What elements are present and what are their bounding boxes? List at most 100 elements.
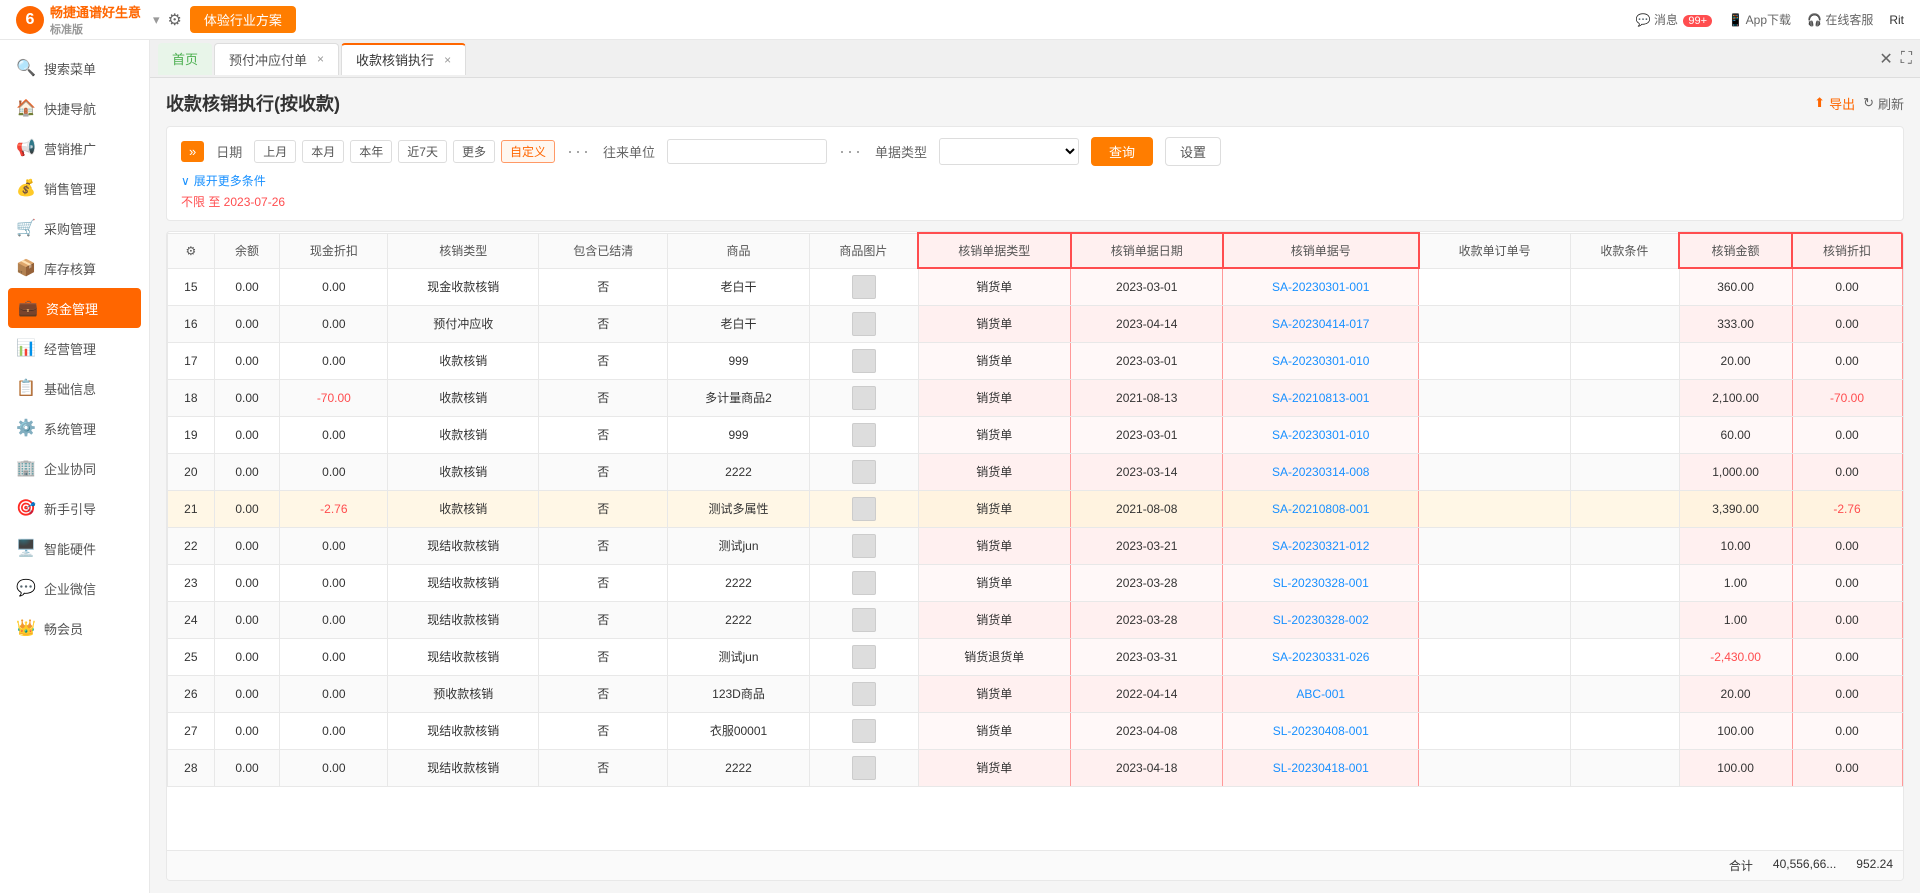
td-verify-no[interactable]: ABC-001 [1223, 675, 1419, 712]
verify-no-link[interactable]: SA-20230301-010 [1272, 354, 1369, 368]
td-verify-no[interactable]: SA-20210813-001 [1223, 379, 1419, 416]
sidebar-item-inventory[interactable]: 📦 库存核算 [0, 248, 149, 288]
bill-type-label: 单据类型 [875, 142, 927, 161]
sidebar-item-search[interactable]: 🔍 搜索菜单 [0, 48, 149, 88]
verify-no-link[interactable]: SA-20230414-017 [1272, 317, 1369, 331]
td-verify-no[interactable]: SL-20230328-001 [1223, 564, 1419, 601]
product-image-placeholder [852, 571, 876, 595]
td-verify-no[interactable]: SL-20230408-001 [1223, 712, 1419, 749]
more-date-btn[interactable]: 更多 [453, 140, 495, 163]
td-verify-no[interactable]: SA-20230331-026 [1223, 638, 1419, 675]
verify-no-link[interactable]: SA-20230301-001 [1272, 280, 1369, 294]
td-num: 24 [168, 601, 215, 638]
industry-solution-button[interactable]: 体验行业方案 [190, 6, 296, 33]
td-balance: 0.00 [214, 675, 280, 712]
sidebar-item-operations[interactable]: 📊 经营管理 [0, 328, 149, 368]
td-product: 999 [668, 416, 809, 453]
refresh-button[interactable]: ↻ 刷新 [1863, 94, 1904, 113]
td-verify-amount: 360.00 [1679, 268, 1792, 305]
export-button[interactable]: ⬆ 导出 [1814, 94, 1855, 113]
settings-icon[interactable]: ⚙ [168, 10, 182, 30]
page-title: 收款核销执行(按收款) [166, 90, 340, 116]
prepay-tab-close[interactable]: × [317, 52, 324, 66]
sidebar-item-sales[interactable]: 💰 销售管理 [0, 168, 149, 208]
td-receipt-condition [1570, 379, 1679, 416]
custom-date-btn[interactable]: 自定义 [501, 140, 555, 163]
table-row: 200.000.00收款核销否2222销货单2023-03-14SA-20230… [168, 453, 1903, 490]
verify-no-link[interactable]: SA-20230331-026 [1272, 650, 1369, 664]
td-receipt-order-no [1419, 712, 1571, 749]
sidebar-item-member[interactable]: 👑 畅会员 [0, 608, 149, 648]
last-7days-btn[interactable]: 近7天 [398, 140, 447, 163]
verify-no-link[interactable]: SA-20210813-001 [1272, 391, 1369, 405]
bill-type-select[interactable] [939, 138, 1079, 165]
this-month-btn[interactable]: 本月 [302, 140, 344, 163]
td-verify-no[interactable]: SA-20230301-010 [1223, 342, 1419, 379]
sidebar-item-marketing[interactable]: 📢 营销推广 [0, 128, 149, 168]
td-receipt-condition [1570, 527, 1679, 564]
verify-no-link[interactable]: SL-20230418-001 [1273, 761, 1369, 775]
verify-no-link[interactable]: SL-20230328-002 [1273, 613, 1369, 627]
settings-button[interactable]: 设置 [1165, 137, 1221, 166]
expand-icon[interactable]: » [181, 141, 204, 162]
verify-no-link[interactable]: SA-20210808-001 [1272, 502, 1369, 516]
td-verify-no[interactable]: SA-20230301-010 [1223, 416, 1419, 453]
td-verify-discount: 0.00 [1792, 638, 1902, 675]
sidebar-item-hardware[interactable]: 🖥️ 智能硬件 [0, 528, 149, 568]
th-receipt-order-no: 收款单订单号 [1419, 233, 1571, 268]
tab-receipt[interactable]: 收款核销执行 × [341, 43, 466, 75]
receipt-tab-close[interactable]: × [444, 53, 451, 67]
verify-no-link[interactable]: SA-20230321-012 [1272, 539, 1369, 553]
sidebar-item-finance[interactable]: 💼 资金管理 [8, 288, 141, 328]
this-year-btn[interactable]: 本年 [350, 140, 392, 163]
content-area: 收款核销执行(按收款) ⬆ 导出 ↻ 刷新 » 日期 [150, 78, 1920, 893]
sidebar-item-purchase[interactable]: 🛒 采购管理 [0, 208, 149, 248]
verify-no-link[interactable]: ABC-001 [1296, 687, 1345, 701]
td-receipt-condition [1570, 638, 1679, 675]
td-verify-type: 预付冲应收 [388, 305, 539, 342]
sidebar-item-wechat[interactable]: 💬 企业微信 [0, 568, 149, 608]
td-balance: 0.00 [214, 268, 280, 305]
td-verify-no[interactable]: SA-20230414-017 [1223, 305, 1419, 342]
dropdown-icon[interactable]: ▾ [153, 12, 160, 28]
td-verify-no[interactable]: SA-20230321-012 [1223, 527, 1419, 564]
table-wrapper[interactable]: ⚙ 余额 现金折扣 核销类型 包含已结清 商品 商品图片 核销单据类型 核销单据… [167, 232, 1903, 850]
sidebar-item-system[interactable]: ⚙️ 系统管理 [0, 408, 149, 448]
expand-more-btn[interactable]: ∨ 展开更多条件 [181, 172, 1889, 189]
td-num: 22 [168, 527, 215, 564]
last-month-btn[interactable]: 上月 [254, 140, 296, 163]
td-verify-bill-type: 销货单 [918, 601, 1070, 638]
from-unit-input[interactable] [667, 139, 827, 164]
brand: 6 畅捷通谱好生意 标准版 [16, 2, 141, 37]
td-verify-no[interactable]: SA-20230301-001 [1223, 268, 1419, 305]
app-download-btn[interactable]: 📱 App下载 [1728, 11, 1791, 28]
verify-no-link[interactable]: SL-20230328-001 [1273, 576, 1369, 590]
online-service-btn[interactable]: 🎧 在线客服 [1807, 11, 1873, 28]
td-verify-bill-type: 销货单 [918, 564, 1070, 601]
td-verify-no[interactable]: SL-20230328-002 [1223, 601, 1419, 638]
verify-no-link[interactable]: SA-20230301-010 [1272, 428, 1369, 442]
sidebar-item-guide[interactable]: 🎯 新手引导 [0, 488, 149, 528]
table-row: 220.000.00现结收款核销否测试jun销货单2023-03-21SA-20… [168, 527, 1903, 564]
td-verify-amount: 20.00 [1679, 342, 1792, 379]
sidebar-item-enterprise[interactable]: 🏢 企业协同 [0, 448, 149, 488]
query-button[interactable]: 查询 [1091, 137, 1153, 166]
td-verify-no[interactable]: SA-20210808-001 [1223, 490, 1419, 527]
tab-prepay[interactable]: 预付冲应付单 × [214, 43, 339, 75]
chevron-down-icon: ∨ [181, 174, 190, 188]
td-verify-no[interactable]: SA-20230314-008 [1223, 453, 1419, 490]
td-cash-discount: 0.00 [280, 453, 388, 490]
td-include-closed: 否 [539, 305, 668, 342]
close-all-tabs-button[interactable]: ✕ [1879, 49, 1892, 69]
verify-no-link[interactable]: SL-20230408-001 [1273, 724, 1369, 738]
message-btn[interactable]: 💬 消息 99+ [1636, 11, 1712, 28]
sidebar-item-basic[interactable]: 📋 基础信息 [0, 368, 149, 408]
maximize-button[interactable]: ⛶ [1901, 49, 1912, 69]
sidebar-item-quick[interactable]: 🏠 快捷导航 [0, 88, 149, 128]
member-icon: 👑 [16, 618, 36, 638]
td-verify-no[interactable]: SL-20230418-001 [1223, 749, 1419, 786]
td-include-closed: 否 [539, 268, 668, 305]
verify-no-link[interactable]: SA-20230314-008 [1272, 465, 1369, 479]
tab-home[interactable]: 首页 [158, 43, 212, 75]
td-num: 18 [168, 379, 215, 416]
